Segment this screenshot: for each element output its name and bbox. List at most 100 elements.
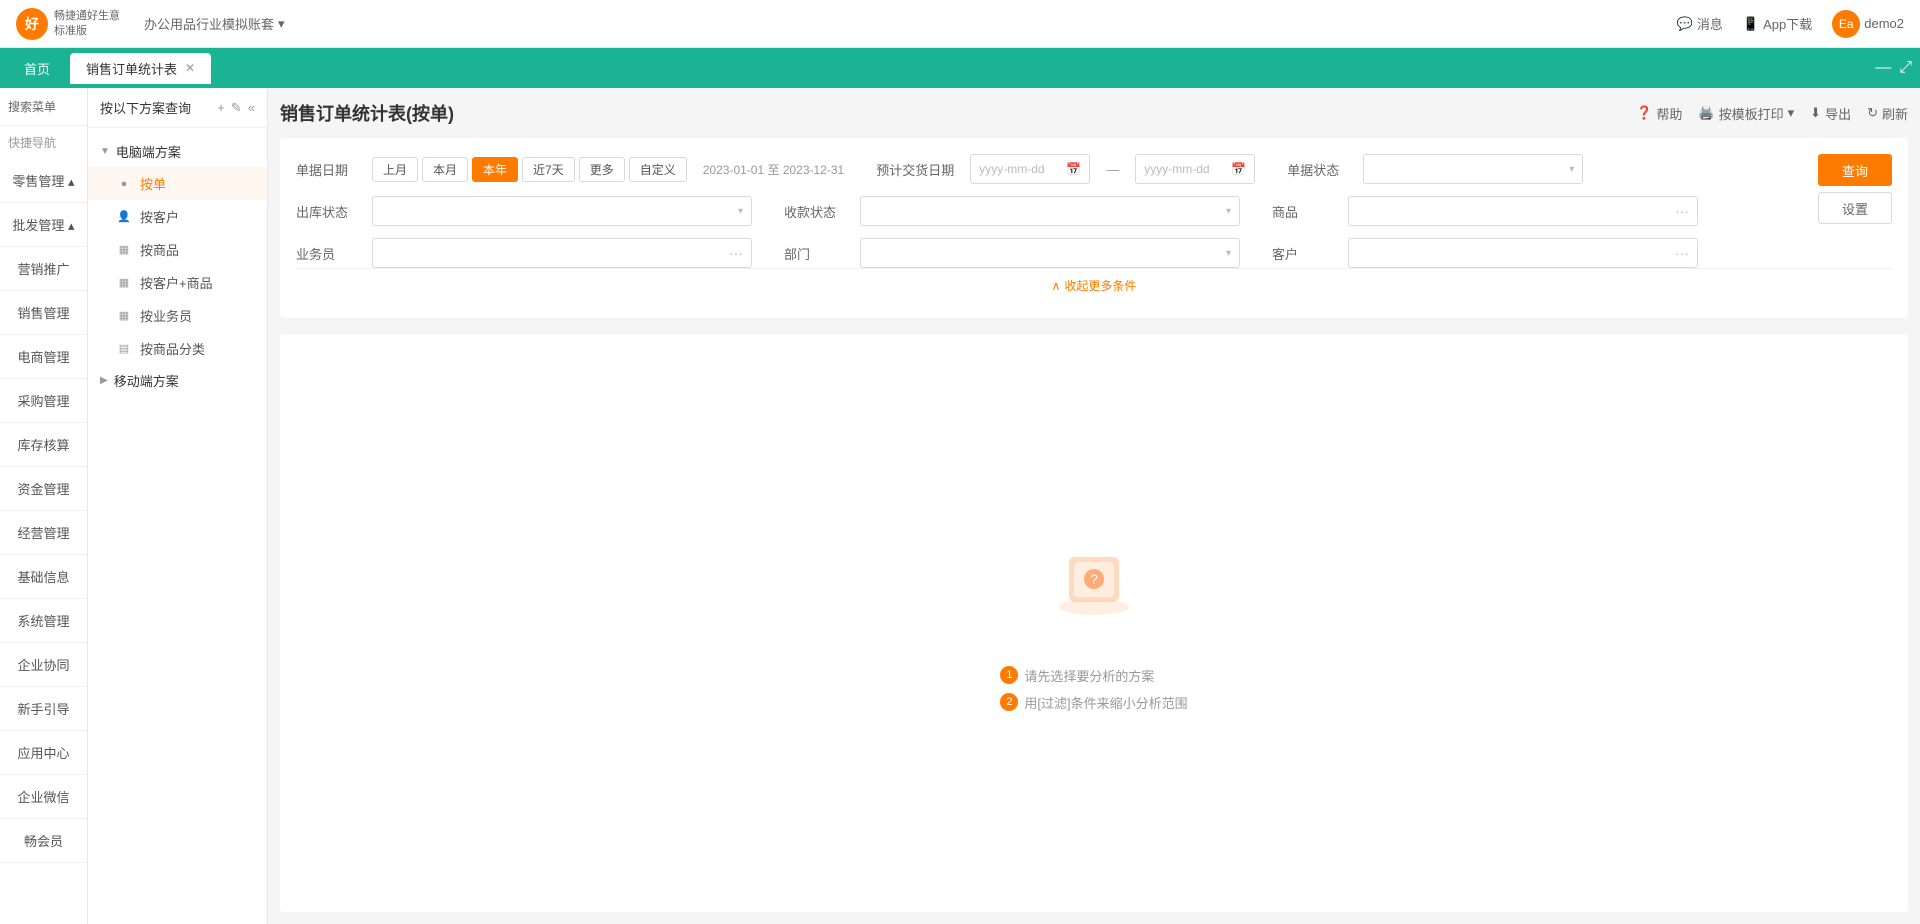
- quick-nav[interactable]: 快捷导航: [0, 126, 87, 159]
- salesman-select[interactable]: ···: [372, 238, 752, 268]
- tab-bar-right: — ⤢: [1875, 59, 1912, 77]
- btn-group: 查询 设置: [1818, 154, 1892, 224]
- scheme-item-by-order[interactable]: ● 按单: [88, 167, 267, 200]
- sidebar-item-member[interactable]: 畅会员: [0, 819, 87, 863]
- print-btn[interactable]: 🖨️ 按模板打印 ▾: [1698, 104, 1794, 123]
- page-title-bar: 销售订单统计表(按单) ❓ 帮助 🖨️ 按模板打印 ▾ ⬇ 导出: [280, 100, 1908, 126]
- collapse-scheme-btn[interactable]: «: [248, 100, 255, 116]
- sidebar-item-wholesale[interactable]: 批发管理 ▴: [0, 203, 87, 247]
- tab-close-icon[interactable]: ✕: [185, 61, 195, 75]
- sidebar-item-retail[interactable]: 零售管理 ▴: [0, 159, 87, 203]
- logo-text: 畅捷通好生意 标准版: [54, 9, 120, 38]
- edit-scheme-btn[interactable]: ✎: [231, 100, 242, 116]
- main-layout: 搜索菜单 快捷导航 零售管理 ▴ 批发管理 ▴ 营销推广 销售管理 电商管理 采…: [0, 88, 1920, 924]
- date-btn-this-month[interactable]: 本月: [422, 157, 468, 182]
- refresh-btn[interactable]: ↻ 刷新: [1867, 104, 1908, 123]
- sidebar-item-enterprise[interactable]: 企业协同: [0, 643, 87, 687]
- scheme-item-by-category[interactable]: ▤ 按商品分类: [88, 332, 267, 365]
- bar-chart-icon: ▦: [116, 308, 132, 324]
- logo-area: 好 畅捷通好生意 标准版: [16, 8, 120, 40]
- tip-1: 1 请先选择要分析的方案: [1000, 666, 1187, 685]
- industry-select[interactable]: 办公用品行业模拟账套 ▾: [144, 14, 285, 33]
- sidebar-item-finance[interactable]: 资金管理: [0, 467, 87, 511]
- collapse-bar[interactable]: ∧ 收起更多条件: [296, 268, 1892, 302]
- filter-main: 单据日期 上月 本月 本年 近7天 更多 自定义 2023-01-01 至 20…: [296, 154, 1798, 268]
- scheme-group-mobile-header[interactable]: ▶ 移动端方案: [88, 365, 267, 396]
- sidebar-item-system[interactable]: 系统管理: [0, 599, 87, 643]
- scheme-panel-actions: + ✎ «: [217, 100, 255, 116]
- top-bar-left: 好 畅捷通好生意 标准版 办公用品行业模拟账套 ▾: [16, 8, 285, 40]
- sidebar-item-inventory[interactable]: 库存核算: [0, 423, 87, 467]
- date-btn-this-year[interactable]: 本年: [472, 157, 518, 182]
- sidebar-item-operations[interactable]: 经营管理: [0, 511, 87, 555]
- tab-home[interactable]: 首页: [8, 53, 66, 84]
- scheme-panel-header: 按以下方案查询 + ✎ «: [88, 88, 267, 128]
- date-btn-7days[interactable]: 近7天: [522, 157, 575, 182]
- scheme-item-by-salesman[interactable]: ▦ 按业务员: [88, 299, 267, 332]
- outbound-status-select[interactable]: ▾: [372, 196, 752, 226]
- date-btn-more[interactable]: 更多: [579, 157, 625, 182]
- sidebar-item-sales[interactable]: 销售管理: [0, 291, 87, 335]
- filter-section: 单据日期 上月 本月 本年 近7天 更多 自定义 2023-01-01 至 20…: [296, 154, 1892, 268]
- scheme-item-by-customer-goods[interactable]: ▦ 按客户+商品: [88, 266, 267, 299]
- delivery-date-from[interactable]: yyyy-mm-dd 📅: [970, 154, 1090, 184]
- settings-button[interactable]: 设置: [1818, 192, 1892, 224]
- minimize-icon[interactable]: —: [1875, 59, 1891, 77]
- help-icon: ❓: [1636, 105, 1652, 121]
- goods-select[interactable]: ···: [1348, 196, 1698, 226]
- date-range-text: 2023-01-01 至 2023-12-31: [703, 161, 844, 178]
- sidebar-item-marketing[interactable]: 营销推广: [0, 247, 87, 291]
- refresh-icon: ↻: [1867, 105, 1878, 121]
- delivery-date-label: 预计交货日期: [876, 160, 954, 179]
- sidebar-item-appstore[interactable]: 应用中心: [0, 731, 87, 775]
- export-btn[interactable]: ⬇ 导出: [1810, 104, 1851, 123]
- content-area: 按以下方案查询 + ✎ « ▼ 电脑端方案 ● 按单: [88, 88, 1920, 924]
- app-download-btn[interactable]: 📱 App下载: [1743, 14, 1812, 33]
- scheme-group-desktop-header[interactable]: ▼ 电脑端方案: [88, 136, 267, 167]
- delivery-date-to[interactable]: yyyy-mm-dd 📅: [1135, 154, 1255, 184]
- help-btn[interactable]: ❓ 帮助: [1636, 104, 1682, 123]
- select-arrow-icon-2: ▾: [738, 206, 743, 217]
- page-actions: ❓ 帮助 🖨️ 按模板打印 ▾ ⬇ 导出 ↻ 刷新: [1636, 104, 1908, 123]
- print-arrow-icon: ▾: [1788, 105, 1795, 121]
- tab-sales-stats[interactable]: 销售订单统计表 ✕: [70, 53, 211, 84]
- sidebar-item-guide[interactable]: 新手引导: [0, 687, 87, 731]
- doc-status-select[interactable]: ▾: [1363, 154, 1583, 184]
- scheme-item-by-customer[interactable]: 👤 按客户: [88, 200, 267, 233]
- query-button[interactable]: 查询: [1818, 154, 1892, 186]
- print-icon: 🖨️: [1698, 105, 1714, 121]
- dots-icon-3: ···: [1675, 245, 1689, 261]
- calendar-icon-2: 📅: [1231, 162, 1246, 176]
- date-btn-custom[interactable]: 自定义: [629, 157, 687, 182]
- date-btn-last-month[interactable]: 上月: [372, 157, 418, 182]
- user-avatar[interactable]: Ea demo2: [1832, 10, 1904, 38]
- select-arrow-icon: ▾: [1569, 164, 1574, 175]
- tab-bar: 首页 销售订单统计表 ✕ — ⤢: [0, 48, 1920, 88]
- phone-icon: 📱: [1743, 16, 1759, 32]
- customer-select[interactable]: ···: [1348, 238, 1698, 268]
- sidebar-item-wechat[interactable]: 企业微信: [0, 775, 87, 819]
- date-separator: —: [1106, 162, 1119, 177]
- sidebar-item-ecommerce[interactable]: 电商管理: [0, 335, 87, 379]
- department-select[interactable]: ▾: [860, 238, 1240, 268]
- message-btn[interactable]: 💬 消息: [1677, 14, 1723, 33]
- filter-row-3: 业务员 ··· 部门 ▾ 客户: [296, 238, 1798, 268]
- scheme-panel: 按以下方案查询 + ✎ « ▼ 电脑端方案 ● 按单: [88, 88, 268, 924]
- chart-icon: ▦: [116, 275, 132, 291]
- top-bar-right: 💬 消息 📱 App下载 Ea demo2: [1677, 10, 1904, 38]
- scheme-tree: ▼ 电脑端方案 ● 按单 👤 按客户 ▦ 按商品: [88, 128, 267, 404]
- page-title: 销售订单统计表(按单): [280, 100, 454, 126]
- top-bar: 好 畅捷通好生意 标准版 办公用品行业模拟账套 ▾ 💬 消息 📱 App下载 E…: [0, 0, 1920, 48]
- search-menu[interactable]: 搜索菜单: [0, 88, 87, 126]
- maximize-icon[interactable]: ⤢: [1899, 59, 1912, 77]
- scheme-item-by-goods[interactable]: ▦ 按商品: [88, 233, 267, 266]
- add-scheme-btn[interactable]: +: [217, 100, 225, 116]
- select-arrow-icon-3: ▾: [1226, 206, 1231, 217]
- collection-status-select[interactable]: ▾: [860, 196, 1240, 226]
- outbound-label: 出库状态: [296, 202, 356, 221]
- sidebar-item-basic[interactable]: 基础信息: [0, 555, 87, 599]
- empty-state: ? 1 请先选择要分析的方案 2 用[过滤]条件来缩小分析范围: [280, 334, 1908, 912]
- department-label: 部门: [784, 244, 844, 263]
- export-icon: ⬇: [1810, 105, 1821, 121]
- sidebar-item-purchase[interactable]: 采购管理: [0, 379, 87, 423]
